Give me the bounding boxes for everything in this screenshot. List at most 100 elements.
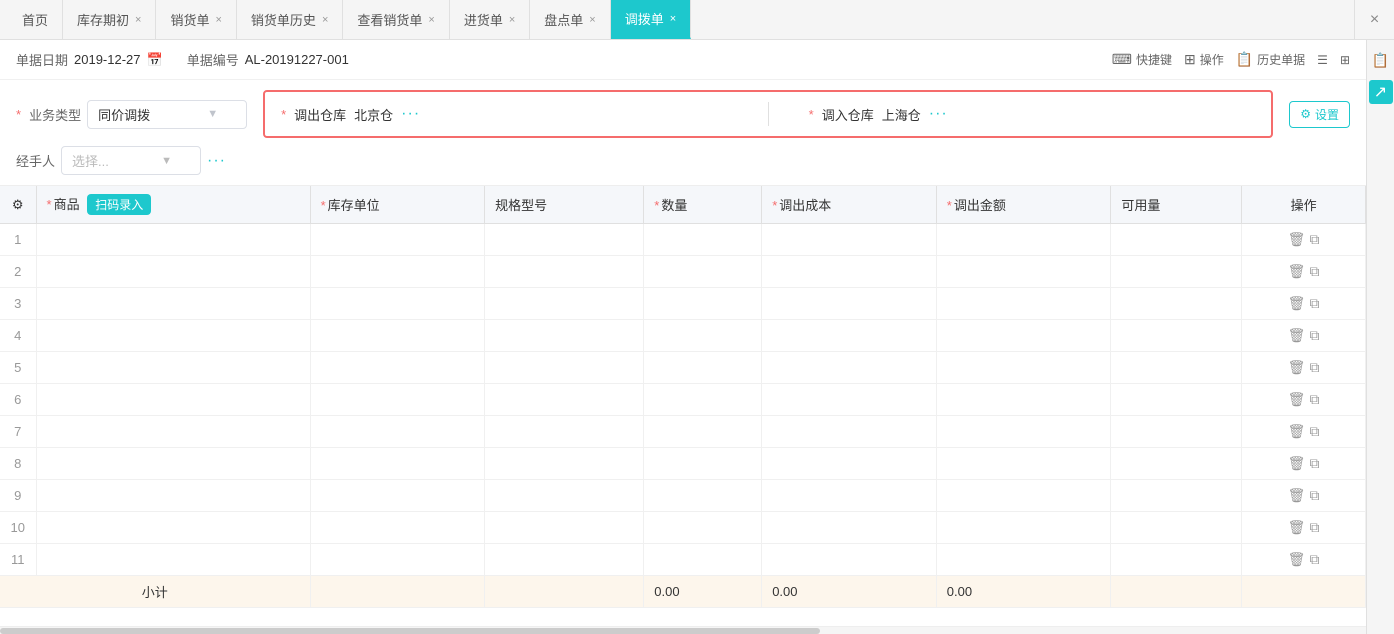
table-row: 1 🗑⧉: [0, 224, 1366, 256]
goods-cell[interactable]: [36, 288, 310, 320]
copy-icon[interactable]: ⧉: [1309, 295, 1319, 311]
copy-icon[interactable]: ⧉: [1309, 551, 1319, 567]
copy-icon[interactable]: ⧉: [1309, 519, 1319, 535]
delete-icon[interactable]: 🗑: [1288, 455, 1306, 471]
row-num: 1: [0, 224, 36, 256]
copy-icon[interactable]: ⧉: [1309, 487, 1319, 503]
available-cell: [1111, 320, 1242, 352]
qty-cell[interactable]: [644, 224, 762, 256]
cost-cell[interactable]: [762, 480, 937, 512]
delete-icon[interactable]: 🗑: [1288, 359, 1306, 375]
layout-list-action[interactable]: ☰: [1317, 53, 1328, 67]
doc-date-value: 2019-12-27: [74, 52, 141, 67]
cost-cell[interactable]: [762, 320, 937, 352]
copy-icon[interactable]: ⧉: [1309, 263, 1319, 279]
tab-transfer[interactable]: 调拨单 ×: [611, 0, 691, 39]
delete-icon[interactable]: 🗑: [1288, 391, 1306, 407]
goods-cell[interactable]: [36, 352, 310, 384]
handler-select[interactable]: 选择... ▼: [61, 146, 201, 175]
goods-cell[interactable]: [36, 256, 310, 288]
scan-button[interactable]: 扫码录入: [87, 194, 151, 215]
cost-cell[interactable]: [762, 416, 937, 448]
copy-icon[interactable]: ⧉: [1309, 423, 1319, 439]
shortcut-action[interactable]: ⌨ 快捷键: [1112, 51, 1172, 68]
qty-cell[interactable]: [644, 512, 762, 544]
cost-cell[interactable]: [762, 384, 937, 416]
copy-icon[interactable]: ⧉: [1309, 391, 1319, 407]
qty-cell[interactable]: [644, 288, 762, 320]
tab-close-sales-history[interactable]: ×: [322, 14, 328, 26]
close-window-button[interactable]: ×: [1354, 0, 1394, 40]
goods-cell[interactable]: [36, 224, 310, 256]
goods-cell[interactable]: [36, 416, 310, 448]
cost-cell[interactable]: [762, 256, 937, 288]
cost-cell[interactable]: [762, 288, 937, 320]
qty-cell[interactable]: [644, 352, 762, 384]
goods-cell[interactable]: [36, 480, 310, 512]
target-warehouse-more-button[interactable]: ···: [929, 105, 948, 123]
goods-cell[interactable]: [36, 448, 310, 480]
tab-sales-order[interactable]: 销货单 ×: [156, 0, 236, 39]
tab-purchase[interactable]: 进货单 ×: [450, 0, 530, 39]
qty-cell[interactable]: [644, 544, 762, 576]
goods-cell[interactable]: [36, 320, 310, 352]
delete-icon[interactable]: 🗑: [1288, 551, 1306, 567]
tab-sales-history[interactable]: 销货单历史 ×: [237, 0, 343, 39]
cost-cell[interactable]: [762, 224, 937, 256]
goods-cell[interactable]: [36, 384, 310, 416]
copy-icon[interactable]: ⧉: [1309, 455, 1319, 471]
calendar-icon[interactable]: 📅: [147, 52, 163, 68]
sidebar-export-button[interactable]: ↗: [1369, 80, 1393, 104]
delete-icon[interactable]: 🗑: [1288, 327, 1306, 343]
qty-cell[interactable]: [644, 448, 762, 480]
tab-home[interactable]: 首页: [8, 0, 63, 39]
delete-icon[interactable]: 🗑: [1288, 263, 1306, 279]
op-cell: 🗑⧉: [1242, 224, 1366, 256]
copy-icon[interactable]: ⧉: [1309, 231, 1319, 247]
shortcut-icon: ⌨: [1112, 51, 1132, 68]
scrollbar-thumb[interactable]: [0, 628, 820, 634]
cost-cell[interactable]: [762, 448, 937, 480]
subtotal-available-cell: [1111, 576, 1242, 608]
tab-view-sales[interactable]: 查看销货单 ×: [343, 0, 449, 39]
source-warehouse-more-button[interactable]: ···: [401, 105, 420, 123]
goods-cell[interactable]: [36, 512, 310, 544]
history-action[interactable]: 📋 历史单据: [1236, 51, 1305, 68]
qty-cell[interactable]: [644, 320, 762, 352]
delete-icon[interactable]: 🗑: [1288, 423, 1306, 439]
delete-icon[interactable]: 🗑: [1288, 231, 1306, 247]
tab-inventory-init[interactable]: 库存期初 ×: [63, 0, 156, 39]
horizontal-scrollbar[interactable]: [0, 626, 1366, 634]
copy-icon[interactable]: ⧉: [1309, 359, 1319, 375]
source-warehouse-field: * 调出仓库 北京仓 ···: [281, 105, 728, 124]
cost-cell[interactable]: [762, 352, 937, 384]
delete-icon[interactable]: 🗑: [1288, 295, 1306, 311]
goods-cell[interactable]: [36, 544, 310, 576]
target-warehouse-label: 调入仓库: [822, 105, 874, 124]
handler-more-button[interactable]: ···: [207, 152, 226, 170]
operation-action[interactable]: ⊞ 操作: [1184, 51, 1224, 68]
business-type-select[interactable]: 同价调拨 ▼: [87, 100, 247, 129]
qty-cell[interactable]: [644, 480, 762, 512]
copy-icon[interactable]: ⧉: [1309, 327, 1319, 343]
delete-icon[interactable]: 🗑: [1288, 519, 1306, 535]
tab-close-inventory-init[interactable]: ×: [135, 14, 141, 26]
tab-close-purchase[interactable]: ×: [509, 14, 515, 26]
cost-cell[interactable]: [762, 512, 937, 544]
col-cost: *调出成本: [762, 186, 937, 224]
tab-close-view-sales[interactable]: ×: [428, 14, 434, 26]
layout-grid-action[interactable]: ⊞: [1340, 53, 1350, 67]
tab-close-stocktake[interactable]: ×: [589, 14, 595, 26]
tab-close-sales-order[interactable]: ×: [215, 14, 221, 26]
delete-icon[interactable]: 🗑: [1288, 487, 1306, 503]
cost-cell[interactable]: [762, 544, 937, 576]
qty-cell[interactable]: [644, 256, 762, 288]
sidebar-doc-button[interactable]: 📋: [1369, 48, 1393, 72]
qty-cell[interactable]: [644, 384, 762, 416]
qty-cell[interactable]: [644, 416, 762, 448]
tab-stocktake[interactable]: 盘点单 ×: [530, 0, 610, 39]
settings-button[interactable]: ⚙ 设置: [1289, 101, 1350, 128]
col-gear[interactable]: ⚙: [0, 186, 36, 224]
tab-close-transfer[interactable]: ×: [670, 13, 676, 25]
settings-gear-icon: ⚙: [1300, 107, 1311, 121]
